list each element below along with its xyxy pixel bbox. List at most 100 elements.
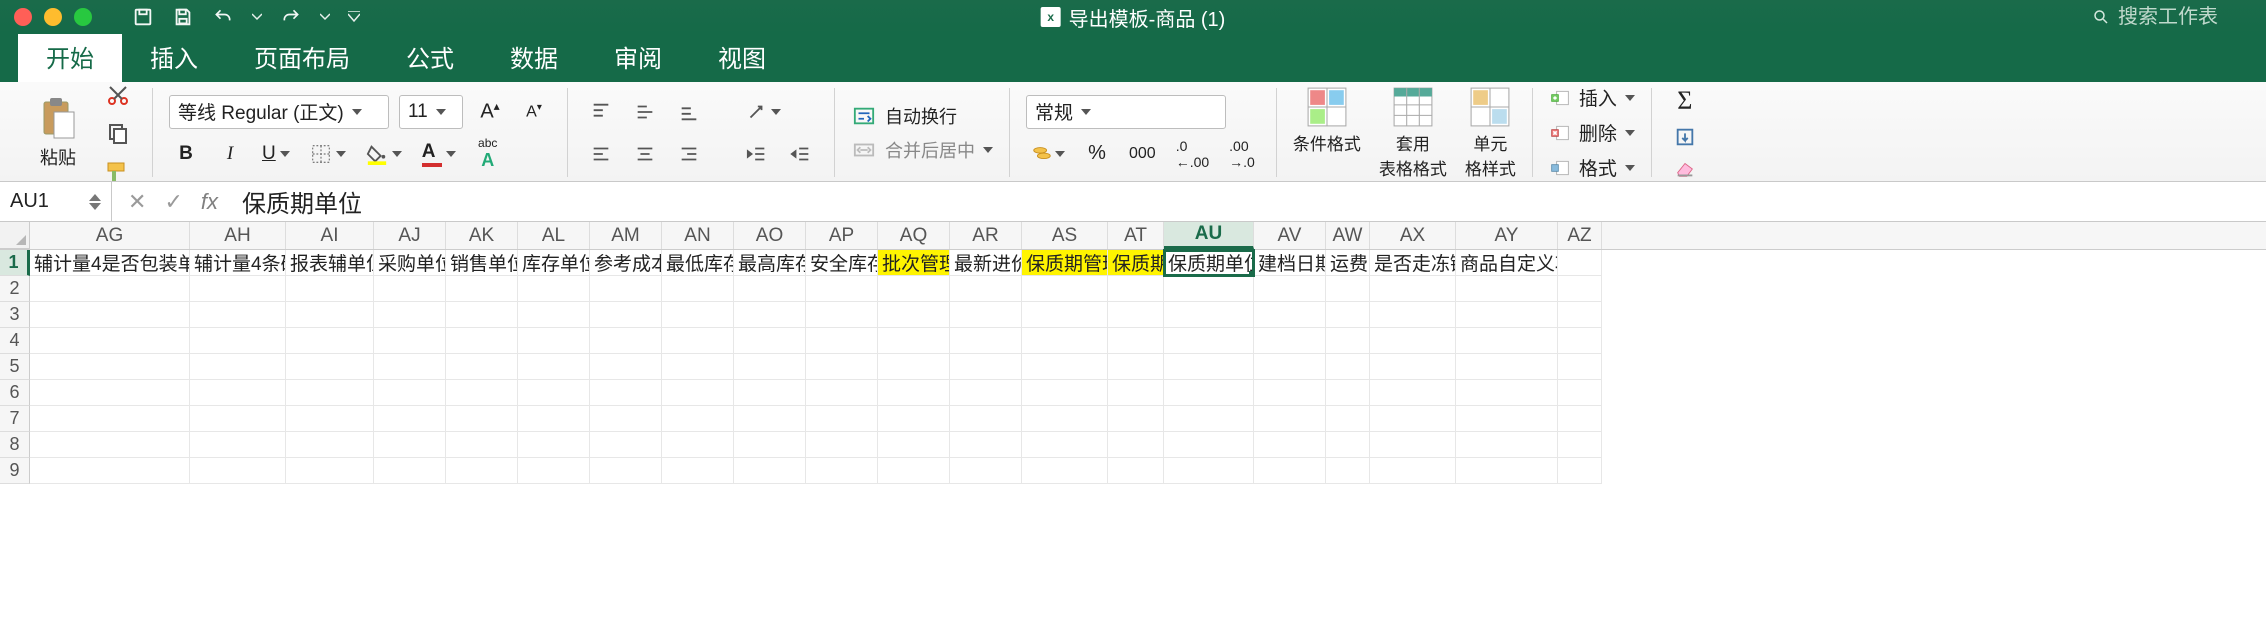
row-header-6[interactable]: 6 (0, 380, 30, 406)
cell-AO6[interactable] (734, 380, 806, 406)
cell-AM9[interactable] (590, 458, 662, 484)
cell-AQ9[interactable] (878, 458, 950, 484)
column-header-AQ[interactable]: AQ (878, 222, 950, 249)
cell-AX1[interactable]: 是否走冻链 (1370, 250, 1456, 276)
column-header-AS[interactable]: AS (1022, 222, 1108, 249)
cell-AI5[interactable] (286, 354, 374, 380)
cell-AO8[interactable] (734, 432, 806, 458)
cell-AL8[interactable] (518, 432, 590, 458)
merge-center-button[interactable]: 合并后居中 (851, 137, 993, 163)
cell-AY8[interactable] (1456, 432, 1558, 458)
cell-AJ2[interactable] (374, 276, 446, 302)
cell-AK6[interactable] (446, 380, 518, 406)
cancel-formula-button[interactable]: ✕ (128, 189, 146, 215)
number-format-select[interactable]: 常规 (1026, 95, 1226, 129)
cell-AZ7[interactable] (1558, 406, 1602, 432)
cell-AM7[interactable] (590, 406, 662, 432)
tab-数据[interactable]: 数据 (482, 29, 586, 82)
cell-AK7[interactable] (446, 406, 518, 432)
cell-AK4[interactable] (446, 328, 518, 354)
search-input[interactable] (2118, 6, 2248, 29)
cell-AK1[interactable]: 销售单位 (446, 250, 518, 276)
cell-AM4[interactable] (590, 328, 662, 354)
cell-AU1[interactable]: 保质期单位 (1164, 250, 1254, 276)
name-box[interactable]: AU1 (0, 182, 112, 221)
cell-AT4[interactable] (1108, 328, 1164, 354)
cell-AW1[interactable]: 运费 (1326, 250, 1370, 276)
cell-AZ8[interactable] (1558, 432, 1602, 458)
cell-AG6[interactable] (30, 380, 190, 406)
column-header-AL[interactable]: AL (518, 222, 590, 249)
cell-AY5[interactable] (1456, 354, 1558, 380)
cell-AR2[interactable] (950, 276, 1022, 302)
cell-AY4[interactable] (1456, 328, 1558, 354)
borders-button[interactable] (305, 137, 351, 171)
cell-AV7[interactable] (1254, 406, 1326, 432)
cell-AX8[interactable] (1370, 432, 1456, 458)
cell-AS7[interactable] (1022, 406, 1108, 432)
cell-AZ3[interactable] (1558, 302, 1602, 328)
cell-AO1[interactable]: 最高库存 (734, 250, 806, 276)
formula-input[interactable] (234, 188, 2266, 216)
cell-AS5[interactable] (1022, 354, 1108, 380)
tab-审阅[interactable]: 审阅 (586, 29, 690, 82)
name-box-stepper[interactable] (89, 194, 101, 210)
cell-AH3[interactable] (190, 302, 286, 328)
cell-AZ1[interactable] (1558, 250, 1602, 276)
cell-AR9[interactable] (950, 458, 1022, 484)
cell-AO4[interactable] (734, 328, 806, 354)
cell-AQ8[interactable] (878, 432, 950, 458)
cell-AR5[interactable] (950, 354, 1022, 380)
cell-AZ9[interactable] (1558, 458, 1602, 484)
cell-AN3[interactable] (662, 302, 734, 328)
cell-AU2[interactable] (1164, 276, 1254, 302)
cell-AG2[interactable] (30, 276, 190, 302)
cell-AV1[interactable]: 建档日期 (1254, 250, 1326, 276)
close-window-button[interactable] (14, 8, 32, 26)
cell-AG4[interactable] (30, 328, 190, 354)
increase-indent-button[interactable] (784, 137, 818, 171)
cell-AM2[interactable] (590, 276, 662, 302)
cell-AM3[interactable] (590, 302, 662, 328)
cell-AI4[interactable] (286, 328, 374, 354)
cell-AM5[interactable] (590, 354, 662, 380)
row-header-2[interactable]: 2 (0, 276, 30, 302)
cell-AG9[interactable] (30, 458, 190, 484)
wrap-text-button[interactable]: 自动换行 (851, 103, 993, 129)
cell-AR7[interactable] (950, 406, 1022, 432)
cell-AK3[interactable] (446, 302, 518, 328)
confirm-formula-button[interactable]: ✓ (164, 189, 182, 215)
cell-AG8[interactable] (30, 432, 190, 458)
cell-AI6[interactable] (286, 380, 374, 406)
increase-decimal-button[interactable]: .0←.00 (1171, 137, 1214, 171)
cell-AJ8[interactable] (374, 432, 446, 458)
cell-AQ2[interactable] (878, 276, 950, 302)
tab-开始[interactable]: 开始 (18, 29, 122, 82)
undo-icon[interactable] (212, 6, 234, 28)
cell-AT5[interactable] (1108, 354, 1164, 380)
cell-AL7[interactable] (518, 406, 590, 432)
cell-AQ1[interactable]: 批次管理 (878, 250, 950, 276)
decrease-indent-button[interactable] (740, 137, 774, 171)
comma-button[interactable]: 000 (1124, 137, 1161, 171)
cell-AZ6[interactable] (1558, 380, 1602, 406)
cell-AT9[interactable] (1108, 458, 1164, 484)
cell-AN7[interactable] (662, 406, 734, 432)
cell-AW8[interactable] (1326, 432, 1370, 458)
conditional-format-button[interactable]: 条件格式 (1293, 86, 1361, 180)
column-header-AM[interactable]: AM (590, 222, 662, 249)
align-middle-button[interactable] (628, 95, 662, 129)
clear-button[interactable] (1668, 157, 1702, 181)
fill-button[interactable] (1668, 125, 1702, 149)
cell-AJ1[interactable]: 采购单位 (374, 250, 446, 276)
redo-icon[interactable] (280, 6, 302, 28)
cell-AP7[interactable] (806, 406, 878, 432)
copy-button[interactable] (100, 116, 136, 150)
decrease-decimal-button[interactable]: .00→.0 (1224, 137, 1260, 171)
cell-AL3[interactable] (518, 302, 590, 328)
cell-AH7[interactable] (190, 406, 286, 432)
column-header-AJ[interactable]: AJ (374, 222, 446, 249)
cell-AW5[interactable] (1326, 354, 1370, 380)
cell-AG1[interactable]: 辅计量4是否包装单位 (30, 250, 190, 276)
cell-AS8[interactable] (1022, 432, 1108, 458)
